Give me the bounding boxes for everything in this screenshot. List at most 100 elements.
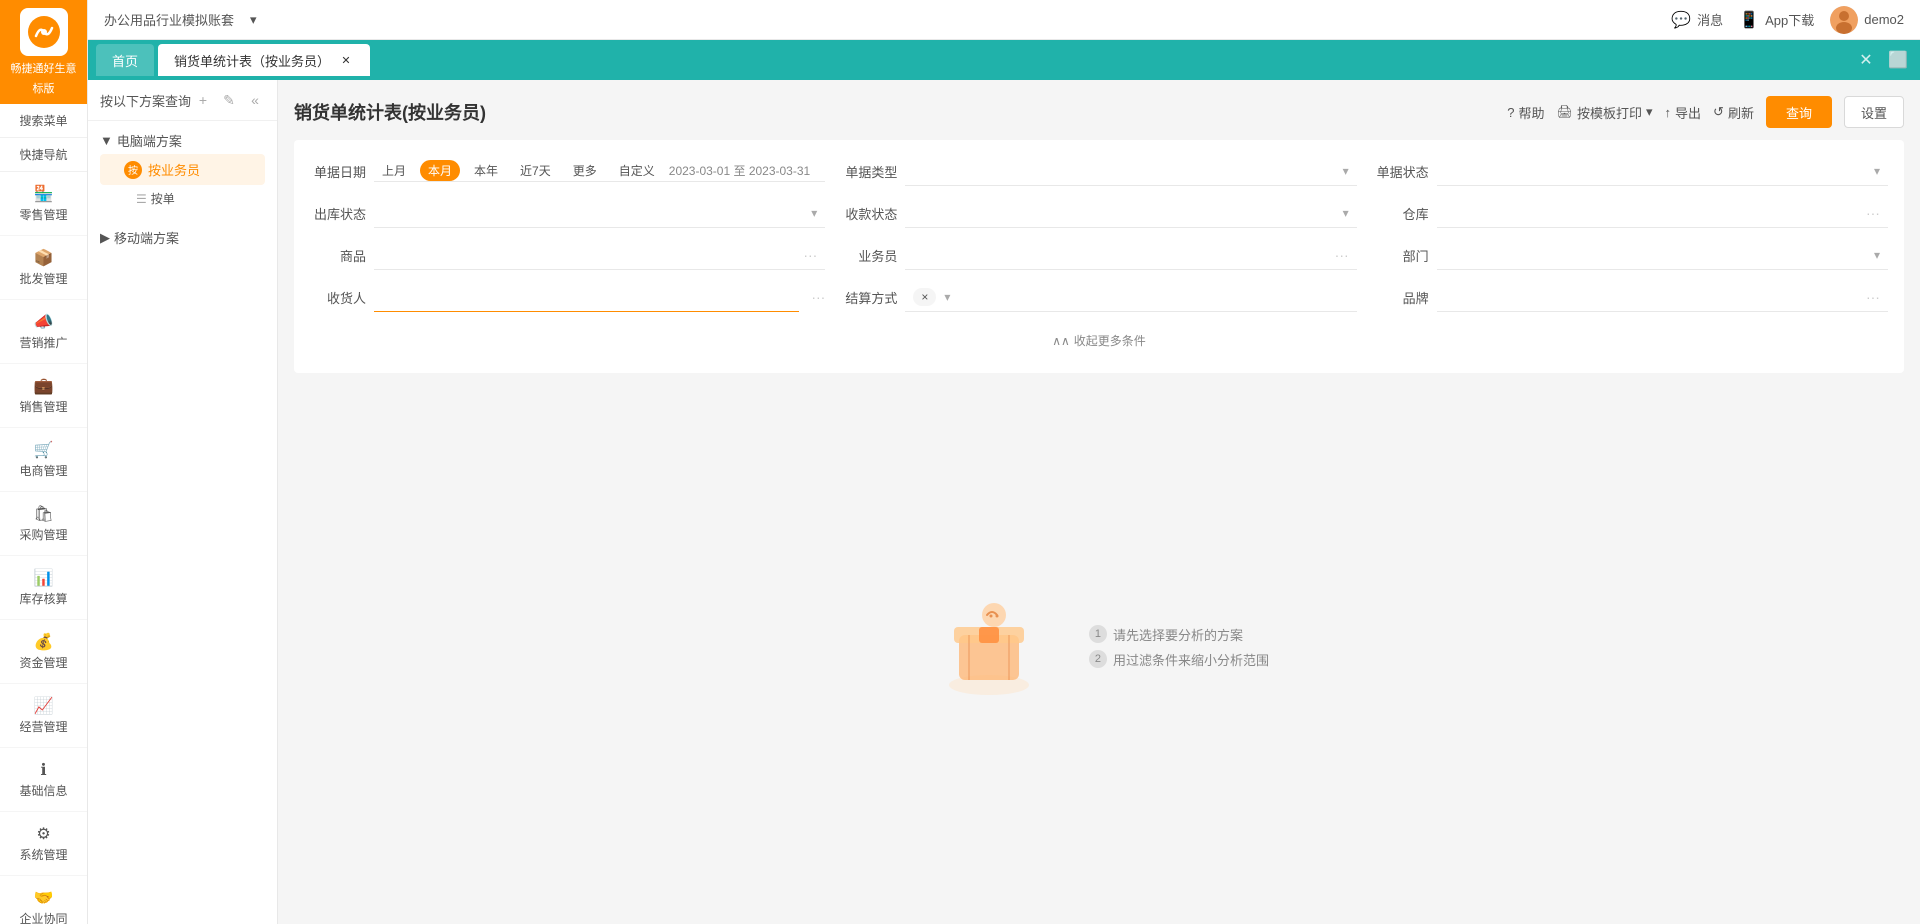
- staff-dots[interactable]: ···: [1335, 247, 1349, 263]
- payment-select[interactable]: ▾: [905, 198, 1356, 228]
- print-dropdown-icon: ▾: [1646, 104, 1653, 120]
- sidebar-quick-nav-label[interactable]: 快捷导航: [19, 146, 67, 163]
- goods-select[interactable]: ···: [374, 240, 825, 270]
- download-icon: 📱: [1739, 10, 1759, 30]
- date-btn-7days[interactable]: 近7天: [512, 160, 559, 181]
- filter-row-4: 收货人 ··· 结算方式 × ▾ 品牌: [310, 282, 1888, 312]
- ecommerce-icon: 🛒: [34, 440, 54, 460]
- topbar-user[interactable]: demo2: [1830, 6, 1904, 34]
- tab-maximize-button[interactable]: ⬜: [1884, 46, 1912, 74]
- sidebar-menu: 🏪零售管理📦批发管理📣营销推广💼销售管理🛒电商管理🛍采购管理📊库存核算💰资金管理…: [0, 172, 87, 924]
- pc-scheme-label: 电脑端方案: [117, 131, 182, 150]
- scheme-item-by-staff[interactable]: 按 按业务员: [100, 154, 265, 185]
- dept-select[interactable]: ▾: [1437, 240, 1888, 270]
- date-btn-this-month[interactable]: 本月: [420, 160, 460, 181]
- shipment-select[interactable]: ▾: [374, 198, 825, 228]
- sidebar-logo[interactable]: 畅捷通好生意 标版: [0, 0, 87, 104]
- collapse-panel-button[interactable]: «: [245, 90, 265, 110]
- logo-icon: [20, 8, 68, 56]
- consignee-dots[interactable]: ···: [811, 289, 825, 305]
- scheme-item-order-label: 按单: [151, 190, 175, 207]
- warehouse-dots[interactable]: ···: [1866, 205, 1880, 221]
- doc-type-label: 单据类型: [841, 162, 897, 181]
- doc-status-select[interactable]: ▾: [1437, 156, 1888, 186]
- collapse-button[interactable]: ∧∧ 收起更多条件: [1040, 328, 1158, 353]
- staff-select[interactable]: ···: [905, 240, 1356, 270]
- sidebar-item-sales[interactable]: 💼销售管理: [0, 364, 87, 428]
- retail-icon: 🏪: [34, 184, 54, 204]
- left-panel-title: 按以下方案查询: [100, 91, 191, 110]
- sidebar-item-retail[interactable]: 🏪零售管理: [0, 172, 87, 236]
- sidebar-item-finance[interactable]: 💰资金管理: [0, 620, 87, 684]
- settings-button[interactable]: 设置: [1844, 96, 1904, 128]
- topbar-app-download[interactable]: 📱 App下载: [1739, 10, 1814, 30]
- sidebar-item-label-operations: 经营管理: [19, 718, 67, 735]
- tab-close-icon[interactable]: ✕: [338, 52, 354, 68]
- brand-dots[interactable]: ···: [1866, 289, 1880, 305]
- sidebar-item-wholesale[interactable]: 📦批发管理: [0, 236, 87, 300]
- date-btn-custom[interactable]: 自定义: [611, 160, 663, 181]
- sidebar-item-operations[interactable]: 📈 经营管理: [0, 684, 87, 748]
- print-label: 按模板打印: [1577, 103, 1642, 122]
- sidebar-search-section[interactable]: 搜索菜单: [0, 104, 87, 138]
- sidebar-item-label-purchase: 采购管理: [19, 526, 67, 543]
- add-scheme-button[interactable]: +: [193, 90, 213, 110]
- edit-scheme-button[interactable]: ✎: [219, 90, 239, 110]
- basic-icon: ℹ: [40, 760, 46, 780]
- sidebar-quick-nav-section[interactable]: 快捷导航: [0, 138, 87, 172]
- query-button[interactable]: 查询: [1766, 96, 1832, 128]
- topbar-dropdown-icon[interactable]: ▾: [250, 12, 257, 28]
- sidebar: 畅捷通好生意 标版 搜索菜单 快捷导航 🏪零售管理📦批发管理📣营销推广💼销售管理…: [0, 0, 88, 924]
- settlement-tag-close[interactable]: ×: [921, 290, 928, 304]
- sidebar-item-ecommerce[interactable]: 🛒电商管理: [0, 428, 87, 492]
- system-icon: ⚙: [36, 824, 50, 844]
- sidebar-item-label-wholesale: 批发管理: [19, 270, 67, 287]
- content-area: 按以下方案查询 + ✎ « ▼ 电脑端方案: [88, 80, 1920, 924]
- export-label: 导出: [1675, 103, 1701, 122]
- user-avatar: [1830, 6, 1858, 34]
- brand-select[interactable]: ···: [1437, 282, 1888, 312]
- help-button[interactable]: ? 帮助: [1507, 103, 1544, 122]
- collapse-bar: ∧∧ 收起更多条件: [310, 324, 1888, 357]
- left-panel-header: 按以下方案查询 + ✎ «: [88, 80, 277, 121]
- tab-close-all-button[interactable]: ✕: [1852, 46, 1880, 74]
- sidebar-item-label-inventory: 库存核算: [19, 590, 67, 607]
- doc-type-select[interactable]: ▾: [905, 156, 1356, 186]
- settlement-select[interactable]: × ▾: [905, 282, 1356, 312]
- mobile-scheme-group-header[interactable]: ▶ 移动端方案: [100, 224, 265, 251]
- mobile-scheme-group: ▶ 移动端方案: [88, 218, 277, 257]
- date-btn-more[interactable]: 更多: [565, 160, 605, 181]
- print-button[interactable]: 🖨 按模板打印 ▾: [1556, 103, 1652, 122]
- filter-doc-status: 单据状态 ▾: [1373, 156, 1888, 186]
- sidebar-item-inventory[interactable]: 📊库存核算: [0, 556, 87, 620]
- filter-settlement: 结算方式 × ▾: [841, 282, 1356, 312]
- collapse-icon: «: [251, 92, 259, 108]
- filter-brand: 品牌 ···: [1373, 282, 1888, 312]
- sidebar-item-enterprise[interactable]: 🤝企业协同: [0, 876, 87, 924]
- topbar-app-download-label: App下载: [1765, 10, 1814, 29]
- topbar-message-label: 消息: [1697, 10, 1723, 29]
- sidebar-item-marketing[interactable]: 📣营销推广: [0, 300, 87, 364]
- refresh-button[interactable]: ↺ 刷新: [1713, 103, 1754, 122]
- sidebar-item-label-system: 系统管理: [19, 846, 67, 863]
- sidebar-item-purchase[interactable]: 🛍采购管理: [0, 492, 87, 556]
- tab-home[interactable]: 首页: [96, 44, 154, 76]
- goods-dots[interactable]: ···: [803, 247, 817, 263]
- topbar-message[interactable]: 💬 消息: [1671, 10, 1723, 30]
- filter-dept: 部门 ▾: [1373, 240, 1888, 270]
- topbar-app-title[interactable]: 办公用品行业模拟账套: [104, 10, 234, 29]
- warehouse-select[interactable]: ···: [1437, 198, 1888, 228]
- pc-scheme-group-header[interactable]: ▼ 电脑端方案: [100, 127, 265, 154]
- tab-sales-stat[interactable]: 销货单统计表（按业务员） ✕: [158, 44, 370, 76]
- sidebar-item-basic[interactable]: ℹ基础信息: [0, 748, 87, 812]
- export-button[interactable]: ↑ 导出: [1665, 103, 1702, 122]
- sidebar-item-system[interactable]: ⚙ 系统管理: [0, 812, 87, 876]
- hint-num-1: 1: [1089, 625, 1107, 643]
- scheme-item-by-order[interactable]: ☰ 按单: [100, 185, 265, 212]
- filter-goods: 商品 ···: [310, 240, 825, 270]
- consignee-input[interactable]: [374, 282, 799, 312]
- date-btn-this-year[interactable]: 本年: [466, 160, 506, 181]
- operations-icon: 📈: [34, 696, 54, 716]
- date-btn-last-month[interactable]: 上月: [374, 160, 414, 181]
- sidebar-search-label[interactable]: 搜索菜单: [19, 112, 67, 129]
